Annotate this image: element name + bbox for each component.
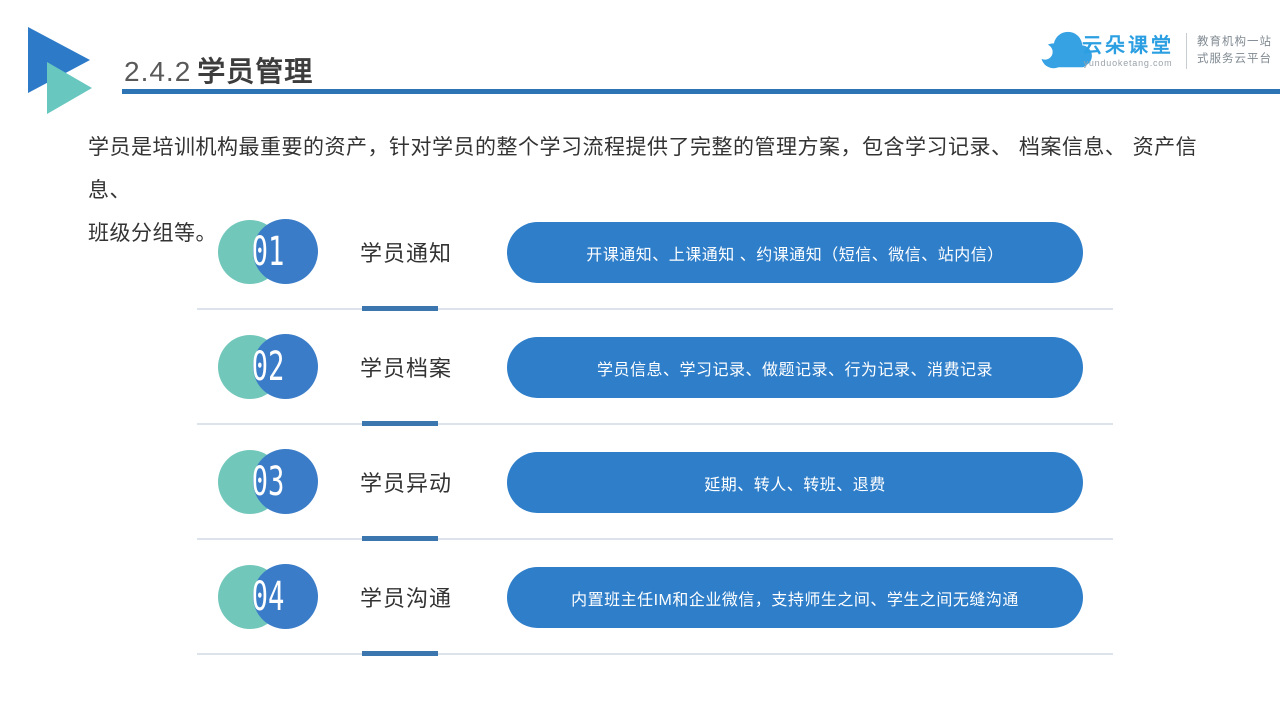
row-description-pill: 开课通知、上课通知 、约课通知（短信、微信、站内信） — [507, 222, 1083, 283]
row-description-pill: 内置班主任IM和企业微信，支持师生之间、学生之间无缝沟通 — [507, 567, 1083, 628]
step-number-badge: 02 — [234, 334, 302, 399]
feature-row-notify: 01 学员通知 开课通知、上课通知 、约课通知（短信、微信、站内信） — [0, 195, 1280, 310]
feature-rows: 01 学员通知 开课通知、上课通知 、约课通知（短信、微信、站内信） 02 学员… — [0, 195, 1280, 655]
brand-tagline-line1: 教育机构一站 — [1197, 34, 1272, 51]
section-number: 2.4.2 — [124, 56, 191, 87]
row-label: 学员沟通 — [360, 540, 452, 653]
row-divider — [197, 653, 1113, 655]
title-underline — [122, 89, 1280, 94]
row-description-pill: 学员信息、学习记录、做题记录、行为记录、消费记录 — [507, 337, 1083, 398]
triangle-teal-icon — [47, 62, 92, 114]
title-text: 学员管理 — [197, 56, 313, 87]
row-label: 学员异动 — [360, 425, 452, 538]
brand-tagline: 教育机构一站 式服务云平台 — [1197, 34, 1272, 68]
brand-logo: 云朵课堂 yunduoketang.com 教育机构一站 式服务云平台 — [1036, 28, 1272, 74]
feature-row-communicate: 04 学员沟通 内置班主任IM和企业微信，支持师生之间、学生之间无缝沟通 — [0, 540, 1280, 655]
step-number-badge: 04 — [234, 564, 302, 629]
feature-row-change: 03 学员异动 延期、转人、转班、退费 — [0, 425, 1280, 540]
row-label: 学员通知 — [360, 195, 452, 308]
row-description-pill: 延期、转人、转班、退费 — [507, 452, 1083, 513]
brand-name: 云朵课堂 — [1082, 35, 1174, 57]
step-number-badge: 01 — [234, 219, 302, 284]
step-number-badge: 03 — [234, 449, 302, 514]
slide: 2.4.2学员管理 云朵课堂 yunduoketang.com 教育机构一站 式… — [0, 0, 1280, 720]
brand-website: yunduoketang.com — [1082, 58, 1174, 68]
brand-name-block: 云朵课堂 yunduoketang.com — [1082, 35, 1174, 68]
feature-row-archive: 02 学员档案 学员信息、学习记录、做题记录、行为记录、消费记录 — [0, 310, 1280, 425]
row-divider-accent — [362, 651, 438, 656]
brand-divider — [1186, 33, 1187, 69]
row-label: 学员档案 — [360, 310, 452, 423]
page-title: 2.4.2学员管理 — [124, 50, 313, 90]
brand-tagline-line2: 式服务云平台 — [1197, 51, 1272, 68]
